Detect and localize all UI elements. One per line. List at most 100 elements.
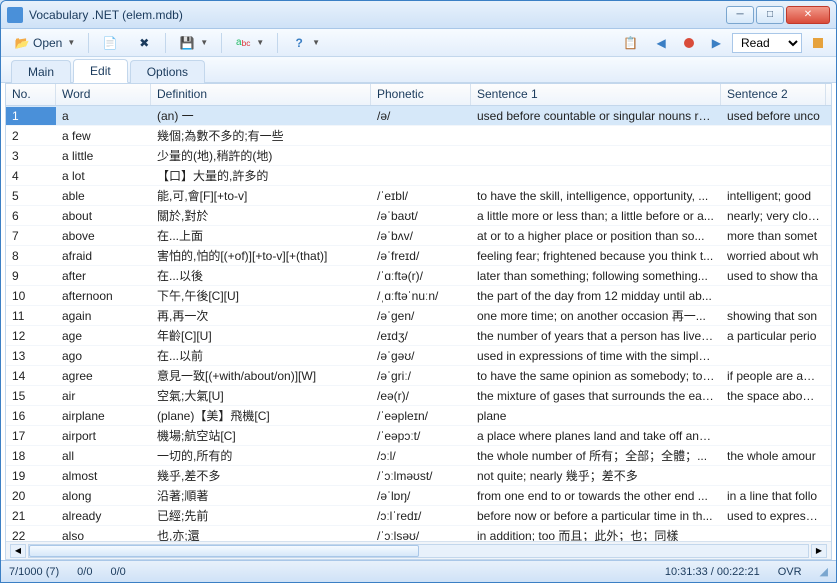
table-row[interactable]: 9after在...以後/ˈɑːftə(r)/later than someth… (6, 266, 831, 286)
cell-definition: 也,亦;還 (151, 525, 371, 541)
col-header-word[interactable]: Word (56, 84, 151, 105)
table-row[interactable]: 1a(an) 一/ə/used before countable or sing… (6, 106, 831, 126)
triangle-right-icon: ▶ (712, 36, 721, 50)
scroll-track[interactable] (28, 544, 809, 558)
cell-word: ago (56, 347, 151, 365)
folder-open-icon: 📂 (14, 35, 30, 51)
status-counter1: 0/0 (77, 566, 92, 578)
help-button[interactable]: ?▼ (284, 32, 327, 54)
maximize-button[interactable]: □ (756, 6, 784, 24)
table-row[interactable]: 10afternoon下午,午後[C][U]/ˌɑːftəˈnuːn/the p… (6, 286, 831, 306)
cell-definition: 關於,對於 (151, 205, 371, 226)
prev-button[interactable]: ◀ (650, 32, 673, 54)
table-row[interactable]: 19almost幾乎,差不多/ˈɔːlməʊst/not quite; near… (6, 466, 831, 486)
app-window: Vocabulary .NET (elem.mdb) ─ □ ✕ 📂 Open … (0, 0, 837, 583)
table-row[interactable]: 18all一切的,所有的/ɔːl/the whole number of 所有；… (6, 446, 831, 466)
grid-body[interactable]: 1a(an) 一/ə/used before countable or sing… (6, 106, 831, 541)
table-row[interactable]: 4a lot【口】大量的,許多的 (6, 166, 831, 186)
open-label: Open (33, 36, 62, 50)
col-header-definition[interactable]: Definition (151, 84, 371, 105)
col-header-phonetic[interactable]: Phonetic (371, 84, 471, 105)
grid-header: No. Word Definition Phonetic Sentence 1 … (6, 84, 831, 106)
col-header-no[interactable]: No. (6, 84, 56, 105)
statusbar: 7/1000 (7) 0/0 0/0 10:31:33 / 00:22:21 O… (1, 560, 836, 582)
cell-sentence1: from one end to or towards the other end… (471, 487, 721, 505)
separator (88, 33, 89, 53)
table-row[interactable]: 8afraid害怕的,怕的[(+of)][+to-v][+(that)]/əˈf… (6, 246, 831, 266)
table-row[interactable]: 13ago在...以前/əˈgəʊ/used in expressions of… (6, 346, 831, 366)
table-row[interactable]: 6about關於,對於/əˈbaʊt/a little more or less… (6, 206, 831, 226)
cell-no: 12 (6, 327, 56, 345)
clipboard-button[interactable]: 📋 (616, 32, 646, 54)
cell-sentence2: in a line that follo (721, 487, 826, 505)
minimize-button[interactable]: ─ (726, 6, 754, 24)
table-row[interactable]: 5able能,可,會[F][+to-v]/ˈeɪbl/to have the s… (6, 186, 831, 206)
close-button[interactable]: ✕ (786, 6, 830, 24)
cell-phonetic (371, 134, 471, 138)
cell-sentence1: not quite; nearly 幾乎；差不多 (471, 465, 721, 486)
cell-phonetic: /ˈeɪbl/ (371, 187, 471, 205)
table-row[interactable]: 7above在...上面/əˈbʌv/at or to a higher pla… (6, 226, 831, 246)
find-icon: abc (235, 35, 251, 51)
stop-button[interactable] (806, 32, 830, 54)
save-icon: 💾 (179, 35, 195, 51)
tab-options[interactable]: Options (130, 60, 205, 83)
cell-no: 11 (6, 307, 56, 325)
data-grid: No. Word Definition Phonetic Sentence 1 … (5, 83, 832, 560)
cell-word: about (56, 207, 151, 225)
cell-word: already (56, 507, 151, 525)
cell-phonetic: /əˈlɒŋ/ (371, 487, 471, 505)
cell-definition: 一切的,所有的 (151, 445, 371, 466)
clipboard-icon: 📋 (623, 35, 639, 51)
cell-sentence1: before now or before a particular time i… (471, 507, 721, 525)
cell-definition: 再,再一次 (151, 305, 371, 326)
save-button[interactable]: 💾▼ (172, 32, 215, 54)
table-row[interactable]: 2a few幾個;為數不多的;有一些 (6, 126, 831, 146)
cell-sentence1: feeling fear; frightened because you thi… (471, 247, 721, 265)
table-row[interactable]: 16airplane(plane)【美】飛機[C]/ˈeəpleɪn/plane (6, 406, 831, 426)
scroll-left-button[interactable]: ◀ (10, 544, 26, 558)
cell-word: all (56, 447, 151, 465)
open-button[interactable]: 📂 Open ▼ (7, 32, 82, 54)
cell-sentence2 (721, 434, 826, 438)
table-row[interactable]: 14agree意見一致[(+with/about/on)][W]/əˈgriː/… (6, 366, 831, 386)
table-row[interactable]: 21already已經;先前/ɔːlˈredɪ/before now or be… (6, 506, 831, 526)
cell-sentence1 (471, 174, 721, 178)
cell-phonetic: /ˈɔːlməʊst/ (371, 467, 471, 485)
next-button[interactable]: ▶ (705, 32, 728, 54)
cell-sentence1: to have the same opinion as somebody; to… (471, 367, 721, 385)
cell-sentence1 (471, 134, 721, 138)
table-row[interactable]: 20along沿著;順著/əˈlɒŋ/from one end to or to… (6, 486, 831, 506)
cell-word: agree (56, 367, 151, 385)
scroll-thumb[interactable] (29, 545, 419, 557)
cell-no: 21 (6, 507, 56, 525)
tab-edit[interactable]: Edit (73, 59, 128, 83)
record-button[interactable] (677, 32, 701, 54)
col-header-sentence1[interactable]: Sentence 1 (471, 84, 721, 105)
col-header-sentence2[interactable]: Sentence 2 (721, 84, 826, 105)
delete-button[interactable]: ✖ (129, 32, 159, 54)
cell-phonetic: /əˈfreɪd/ (371, 247, 471, 265)
table-row[interactable]: 17airport機場;航空站[C]/ˈeəpɔːt/a place where… (6, 426, 831, 446)
cell-phonetic: /ɔːl/ (371, 447, 471, 465)
cell-no: 18 (6, 447, 56, 465)
horizontal-scrollbar[interactable]: ◀ ▶ (6, 541, 831, 559)
find-button[interactable]: abc▼ (228, 32, 271, 54)
cell-no: 10 (6, 287, 56, 305)
delete-icon: ✖ (136, 35, 152, 51)
new-doc-button[interactable]: 📄 (95, 32, 125, 54)
scroll-right-button[interactable]: ▶ (811, 544, 827, 558)
cell-phonetic: /əˈgəʊ/ (371, 347, 471, 365)
cell-sentence1: used before countable or singular nouns … (471, 107, 721, 125)
tab-main[interactable]: Main (11, 60, 71, 83)
cell-sentence1: one more time; on another occasion 再一... (471, 305, 721, 326)
table-row[interactable]: 22also也,亦;還/ˈɔːlsəʊ/in addition; too 而且；… (6, 526, 831, 541)
table-row[interactable]: 15air空氣;大氣[U]/eə(r)/the mixture of gases… (6, 386, 831, 406)
table-row[interactable]: 12age年齡[C][U]/eɪdʒ/the number of years t… (6, 326, 831, 346)
cell-sentence1: a little more or less than; a little bef… (471, 207, 721, 225)
table-row[interactable]: 3a little少量的(地),稍許的(地) (6, 146, 831, 166)
resize-grip-icon[interactable]: ◢ (820, 565, 828, 578)
cell-definition: 下午,午後[C][U] (151, 285, 371, 306)
table-row[interactable]: 11again再,再一次/əˈgen/one more time; on ano… (6, 306, 831, 326)
mode-select[interactable]: Read (732, 33, 802, 53)
